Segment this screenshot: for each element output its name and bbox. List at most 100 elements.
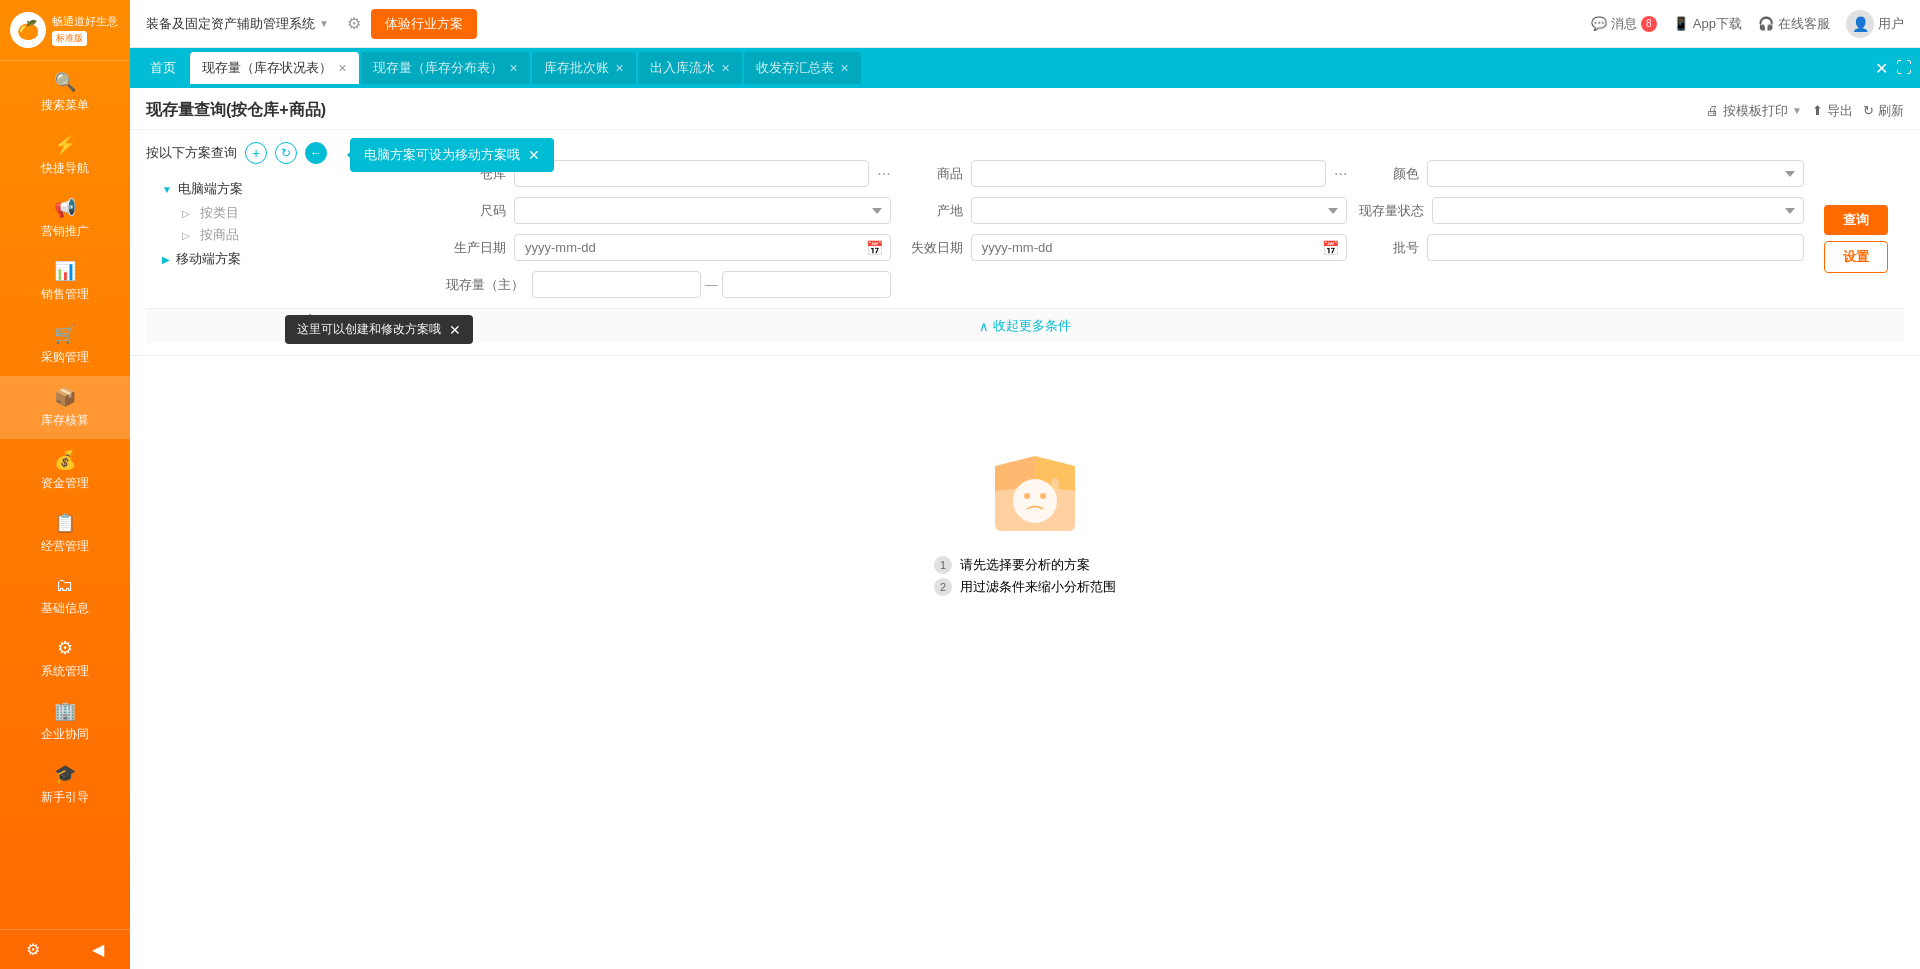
color-select[interactable] — [1427, 160, 1804, 187]
expand-tab-icon[interactable]: ⛶ — [1896, 59, 1912, 77]
tab-close-inventory-status[interactable]: ✕ — [338, 62, 347, 75]
header-settings-icon[interactable]: ⚙ — [347, 14, 361, 33]
headset-icon: 🎧 — [1758, 16, 1774, 31]
basic-icon: 🗂 — [56, 575, 74, 596]
logo-text: 畅通道好生意 标准版 — [52, 14, 118, 45]
export-button[interactable]: ⬆ 导出 — [1812, 102, 1853, 120]
enterprise-icon: 🏢 — [54, 700, 76, 722]
top-header: 装备及固定资产辅助管理系统 ▼ ⚙ 体验行业方案 💬 消息 8 📱 App下载 … — [130, 0, 1920, 48]
tab-in-out-flow[interactable]: 出入库流水 ✕ — [638, 52, 742, 84]
stock-quantity-range: — — [532, 271, 891, 298]
sidebar-item-enterprise[interactable]: 🏢 企业协同 — [0, 690, 130, 753]
search-menu-icon: 🔍 — [54, 71, 76, 93]
trial-button[interactable]: 体验行业方案 — [371, 9, 477, 39]
filter-production-date: 生产日期 📅 — [446, 234, 891, 261]
empty-step-2: 2 用过滤条件来缩小分析范围 — [934, 578, 1116, 596]
logo-icon: 🍊 — [10, 12, 46, 48]
user-profile[interactable]: 👤 用户 — [1846, 10, 1904, 38]
svg-point-4 — [1024, 493, 1030, 499]
sidebar-item-purchase[interactable]: 🛒 采购管理 — [0, 313, 130, 376]
sidebar-item-basic[interactable]: 🗂 基础信息 — [0, 565, 130, 627]
user-name-label: 用户 — [1878, 15, 1904, 33]
edit-tooltip: 这里可以创建和修改方案哦 ✕ — [285, 315, 473, 344]
sidebar-item-quick-nav[interactable]: ⚡ 快捷导航 — [0, 124, 130, 187]
empty-illustration — [975, 436, 1075, 536]
sidebar-item-system[interactable]: ⚙ 系统管理 — [0, 627, 130, 690]
tab-home[interactable]: 首页 — [138, 52, 188, 84]
export-icon: ⬆ — [1812, 103, 1823, 118]
message-badge: 8 — [1641, 16, 1657, 32]
sidebar-item-marketing[interactable]: 📢 营销推广 — [0, 187, 130, 250]
app-download-action[interactable]: 📱 App下载 — [1673, 15, 1742, 33]
online-support-action[interactable]: 🎧 在线客服 — [1758, 15, 1830, 33]
warehouse-more-icon[interactable]: ··· — [877, 165, 890, 183]
tab-close-receive-summary[interactable]: ✕ — [840, 62, 849, 75]
production-date-start-input[interactable] — [514, 234, 891, 261]
empty-steps-container: 1 请先选择要分析的方案 2 用过滤条件来缩小分析范围 — [934, 552, 1116, 600]
calendar-icon: 📅 — [866, 240, 883, 256]
tab-close-batch-account[interactable]: ✕ — [615, 62, 624, 75]
expiry-calendar-icon: 📅 — [1322, 240, 1339, 256]
scheme-tooltip-text: 电脑方案可设为移动方案哦 — [364, 146, 520, 164]
content-area: 现存量查询(按仓库+商品) 🖨 按模板打印 ▼ ⬆ 导出 ↻ 刷新 — [130, 88, 1920, 969]
empty-state: 1 请先选择要分析的方案 2 用过滤条件来缩小分析范围 — [130, 356, 1920, 680]
sidebar: 🍊 畅通道好生意 标准版 🔍 搜索菜单 ⚡ 快捷导航 📢 营销推广 📊 销售管理… — [0, 0, 130, 969]
search-button[interactable]: 查询 — [1824, 205, 1888, 235]
tab-close-inventory-distribution[interactable]: ✕ — [509, 62, 518, 75]
sidebar-item-sales[interactable]: 📊 销售管理 — [0, 250, 130, 313]
step-1-number: 1 — [934, 556, 952, 574]
operations-icon: 📋 — [54, 512, 76, 534]
message-icon: 💬 — [1591, 16, 1607, 31]
sidebar-item-search-menu[interactable]: 🔍 搜索菜单 — [0, 61, 130, 124]
sidebar-settings-icon[interactable]: ⚙ — [26, 940, 40, 959]
stock-quantity-max-input[interactable] — [722, 271, 891, 298]
refresh-button[interactable]: ↻ 刷新 — [1863, 102, 1904, 120]
size-select[interactable] — [514, 197, 891, 224]
phone-icon: 📱 — [1673, 16, 1689, 31]
product-more-icon[interactable]: ··· — [1334, 165, 1347, 183]
stock-quantity-min-input[interactable] — [532, 271, 701, 298]
filter-origin: 产地 — [903, 197, 1348, 224]
tabs-bar: 首页 现存量（库存状况表） ✕ 现存量（库存分布表） ✕ 库存批次账 ✕ 出入库… — [130, 48, 1920, 88]
origin-select[interactable] — [971, 197, 1348, 224]
sidebar-collapse-icon[interactable]: ◀ — [92, 940, 104, 959]
tab-batch-account[interactable]: 库存批次账 ✕ — [532, 52, 636, 84]
sidebar-item-finance[interactable]: 💰 资金管理 — [0, 439, 130, 502]
guide-icon: 🎓 — [54, 763, 76, 785]
sales-icon: 📊 — [54, 260, 76, 282]
tab-inventory-status[interactable]: 现存量（库存状况表） ✕ — [190, 52, 359, 84]
expiry-date-start-input[interactable] — [971, 234, 1348, 261]
refresh-icon: ↻ — [1863, 103, 1874, 118]
step-2-number: 2 — [934, 578, 952, 596]
settings-filter-button[interactable]: 设置 — [1824, 241, 1888, 273]
sidebar-item-guide[interactable]: 🎓 新手引导 — [0, 753, 130, 816]
chevron-down-icon: ▼ — [319, 18, 329, 29]
filter-row-3: 生产日期 📅 失效日期 📅 批号 — [446, 234, 1904, 261]
range-separator: — — [705, 277, 718, 292]
message-action[interactable]: 💬 消息 8 — [1591, 15, 1657, 33]
edit-tooltip-close-icon[interactable]: ✕ — [449, 322, 461, 338]
filter-expiry-date: 失效日期 📅 — [903, 234, 1348, 261]
sidebar-item-inventory[interactable]: 📦 库存核算 — [0, 376, 130, 439]
tabs-right-actions: ✕ ⛶ — [1875, 59, 1912, 78]
product-input[interactable] — [971, 160, 1326, 187]
warehouse-input[interactable] — [514, 160, 869, 187]
batch-no-input[interactable] — [1427, 234, 1804, 261]
sidebar-item-operations[interactable]: 📋 经营管理 — [0, 502, 130, 565]
system-name-selector[interactable]: 装备及固定资产辅助管理系统 ▼ — [146, 15, 329, 33]
print-icon: 🖨 — [1706, 103, 1719, 118]
tab-close-in-out-flow[interactable]: ✕ — [721, 62, 730, 75]
close-all-tabs-icon[interactable]: ✕ — [1875, 59, 1888, 78]
tab-receive-summary[interactable]: 收发存汇总表 ✕ — [744, 52, 861, 84]
collapse-up-icon: ∧ — [979, 319, 989, 334]
expiry-date-start-wrap: 📅 — [971, 234, 1348, 261]
template-print-button[interactable]: 🖨 按模板打印 ▼ — [1706, 102, 1802, 120]
system-icon: ⚙ — [57, 637, 73, 659]
search-button-group: 查询 设置 — [1824, 205, 1888, 273]
tab-inventory-distribution[interactable]: 现存量（库存分布表） ✕ — [361, 52, 530, 84]
scheme-tooltip: 电脑方案可设为移动方案哦 ✕ — [350, 138, 554, 172]
scheme-tooltip-close-icon[interactable]: ✕ — [528, 147, 540, 163]
filter-stock-quantity: 现存量（主） — — [446, 271, 891, 298]
stock-status-select[interactable] — [1432, 197, 1804, 224]
filter-row-1: 仓库 ··· 商品 ··· 颜色 — [446, 160, 1904, 187]
